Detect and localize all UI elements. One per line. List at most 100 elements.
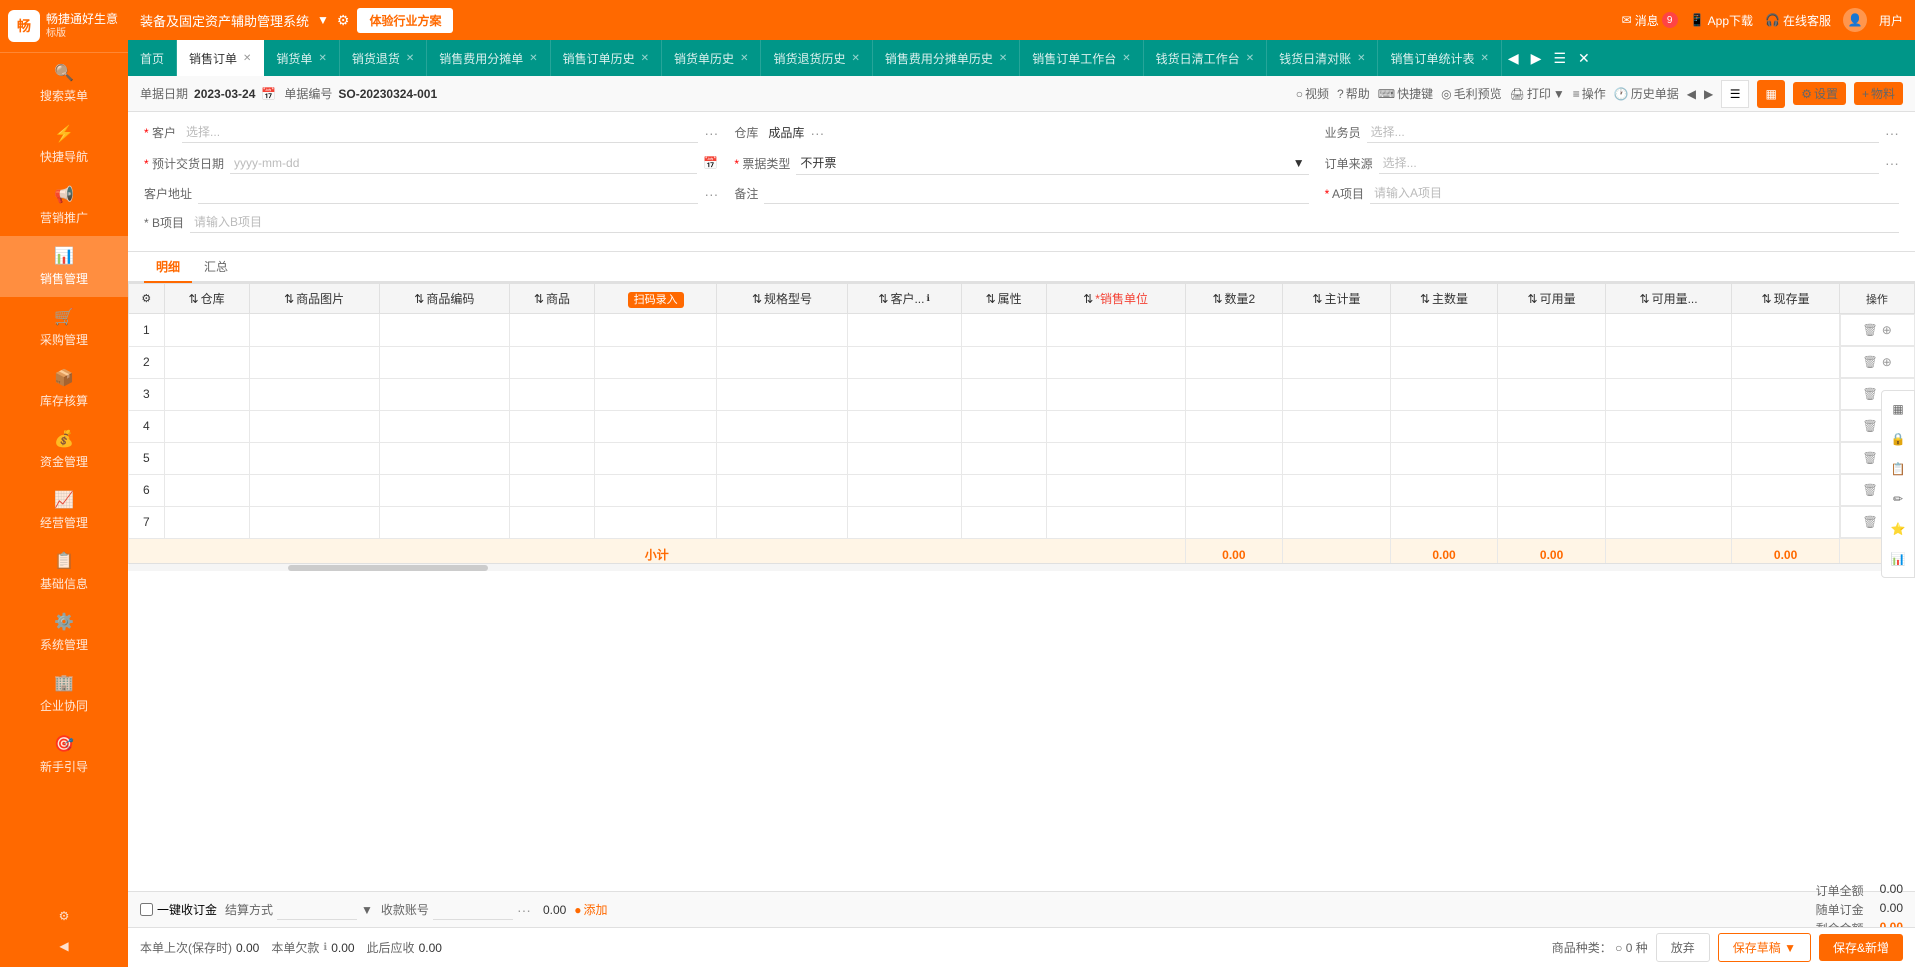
tab-sales-order[interactable]: 销售订单 ✕ <box>177 40 264 76</box>
row-delete-icon[interactable]: 🗑 <box>1863 355 1878 369</box>
col-qty2[interactable]: ⇅数量2 <box>1185 284 1283 314</box>
tab-sales-return[interactable]: 销货退货 ✕ <box>340 40 427 76</box>
row-main-qty[interactable] <box>1390 314 1498 347</box>
row-delete-icon[interactable]: 🗑 <box>1863 515 1878 529</box>
settle-dropdown-icon[interactable]: ▼ <box>361 903 373 917</box>
sidebar-item-operations[interactable]: 📈 经营管理 <box>0 480 128 541</box>
remarks-input[interactable] <box>764 183 1308 204</box>
col-warehouse[interactable]: ⇅仓库 <box>164 284 249 314</box>
col-attribute[interactable]: ⇅属性 <box>961 284 1046 314</box>
delivery-calendar-icon[interactable]: 📅 <box>703 156 718 170</box>
tab-home[interactable]: 首页 <box>128 40 177 76</box>
row-avail[interactable] <box>1498 314 1606 347</box>
row-delete-icon[interactable]: 🗑 <box>1863 323 1878 337</box>
user-name[interactable]: 用户 <box>1879 12 1903 29</box>
help-action[interactable]: ? 帮助 <box>1337 85 1370 102</box>
right-icon-3[interactable]: 📋 <box>1884 455 1912 483</box>
tab-expense-split[interactable]: 销售费用分摊单 ✕ <box>427 40 550 76</box>
col-settings[interactable]: ⚙ <box>129 284 165 314</box>
app-download-btn[interactable]: 📱 App下载 <box>1690 12 1753 29</box>
messages-btn[interactable]: ✉ 消息 9 <box>1622 12 1678 29</box>
row-delete-icon[interactable]: 🗑 <box>1863 387 1878 401</box>
row-product[interactable] <box>509 314 594 347</box>
col-product-code[interactable]: ⇅商品编码 <box>379 284 509 314</box>
row-warehouse[interactable] <box>164 314 249 347</box>
row-copy-icon[interactable]: ⊕ <box>1882 355 1892 369</box>
tab-detail[interactable]: 明细 <box>144 252 192 283</box>
grid-view-btn[interactable]: ▦ <box>1757 80 1785 108</box>
tab-slip-history[interactable]: 销货单历史 ✕ <box>662 40 761 76</box>
tab-close-icon[interactable]: ✕ <box>1481 53 1489 64</box>
tab-close-icon[interactable]: ✕ <box>851 53 859 64</box>
receive-more-icon[interactable]: ··· <box>517 902 531 918</box>
customer-more-icon[interactable]: ··· <box>704 125 718 141</box>
calendar-icon[interactable]: 📅 <box>261 87 276 101</box>
tab-close-icon[interactable]: ✕ <box>1246 53 1254 64</box>
sidebar-settings[interactable]: ⚙ <box>4 903 124 929</box>
row-delete-icon[interactable]: 🗑 <box>1863 483 1878 497</box>
tab-close-icon[interactable]: ✕ <box>1122 53 1130 64</box>
print-action[interactable]: 🖨 打印 ▼ <box>1510 85 1565 102</box>
row-product-code[interactable] <box>379 314 509 347</box>
sidebar-collapse[interactable]: ◀ <box>4 933 124 959</box>
tab-return-history[interactable]: 销货退货历史 ✕ <box>761 40 872 76</box>
history-action[interactable]: 🕐 历史单据 <box>1614 85 1679 102</box>
next-doc-icon[interactable]: ▶ <box>1704 87 1713 101</box>
sidebar-item-purchase[interactable]: 🛒 采购管理 <box>0 297 128 358</box>
col-spec[interactable]: ⇅规格型号 <box>717 284 847 314</box>
row-attribute[interactable] <box>961 314 1046 347</box>
tab-reconcile[interactable]: 钱货日清对账 ✕ <box>1267 40 1378 76</box>
shortcut-action[interactable]: ⌨ 快捷键 <box>1378 85 1433 102</box>
tab-close-icon[interactable]: ✕ <box>406 53 414 64</box>
row-current[interactable] <box>1732 314 1840 347</box>
invoice-type-select[interactable]: 不开票 ▼ <box>796 151 1308 175</box>
tab-close-icon[interactable]: ✕ <box>641 53 649 64</box>
col-avail-qty2[interactable]: ⇅可用量... <box>1605 284 1731 314</box>
settle-input[interactable] <box>277 899 357 920</box>
right-icon-4[interactable]: ✏ <box>1884 485 1912 513</box>
add-button[interactable]: ● 添加 <box>574 901 607 918</box>
sidebar-item-base[interactable]: 📋 基础信息 <box>0 541 128 602</box>
col-product[interactable]: ⇅商品 <box>509 284 594 314</box>
tab-daily-workbench[interactable]: 钱货日清工作台 ✕ <box>1144 40 1267 76</box>
tab-close-icon[interactable]: ✕ <box>999 53 1007 64</box>
sidebar-item-search[interactable]: 🔍 搜索菜单 <box>0 53 128 114</box>
salesperson-more-icon[interactable]: ··· <box>1885 125 1899 141</box>
prev-doc-icon[interactable]: ◀ <box>1687 87 1696 101</box>
row-customer-code[interactable] <box>847 314 961 347</box>
warehouse-more-icon[interactable]: ··· <box>810 125 824 141</box>
delivery-date-input[interactable] <box>230 153 697 174</box>
address-more-icon[interactable]: ··· <box>704 186 718 202</box>
tab-close-all[interactable]: ✕ <box>1572 50 1596 67</box>
col-current-qty[interactable]: ⇅现存量 <box>1732 284 1840 314</box>
tab-stats[interactable]: 销售订单统计表 ✕ <box>1378 40 1501 76</box>
sidebar-item-finance[interactable]: 💰 资金管理 <box>0 419 128 480</box>
row-main-unit[interactable] <box>1283 314 1391 347</box>
row-qty2[interactable] <box>1185 314 1283 347</box>
row-copy-icon[interactable]: ⊕ <box>1882 323 1892 337</box>
sidebar-item-system[interactable]: ⚙️ 系统管理 <box>0 602 128 663</box>
tab-close-icon[interactable]: ✕ <box>529 53 537 64</box>
save-draft-button[interactable]: 保存草稿 ▼ <box>1718 933 1811 962</box>
tab-summary[interactable]: 汇总 <box>192 252 240 283</box>
customer-address-input[interactable] <box>198 183 698 204</box>
customer-input[interactable] <box>182 122 698 143</box>
one-click-checkbox-label[interactable]: 一键收订金 <box>140 901 217 918</box>
right-icon-2[interactable]: 🔒 <box>1884 425 1912 453</box>
tab-nav-right[interactable]: ▶ <box>1525 50 1548 67</box>
col-product-image[interactable]: ⇅商品图片 <box>249 284 379 314</box>
sidebar-item-guide[interactable]: 🎯 新手引导 <box>0 724 128 785</box>
sidebar-item-enterprise[interactable]: 🏢 企业协同 <box>0 663 128 724</box>
profit-action[interactable]: ◎ 毛利预览 <box>1441 85 1502 102</box>
a-project-input[interactable] <box>1370 183 1899 204</box>
tab-nav-left[interactable]: ◀ <box>1502 50 1525 67</box>
items-button[interactable]: + 物料 <box>1854 82 1903 105</box>
tab-order-workbench[interactable]: 销售订单工作台 ✕ <box>1020 40 1143 76</box>
receive-input[interactable] <box>433 899 513 920</box>
list-view-btn[interactable]: ☰ <box>1721 80 1749 108</box>
operation-action[interactable]: ≡ 操作 <box>1573 85 1606 102</box>
user-avatar[interactable]: 👤 <box>1843 8 1867 32</box>
salesperson-input[interactable] <box>1367 122 1879 143</box>
tab-order-history[interactable]: 销售订单历史 ✕ <box>551 40 662 76</box>
b-project-input[interactable] <box>190 212 1899 233</box>
